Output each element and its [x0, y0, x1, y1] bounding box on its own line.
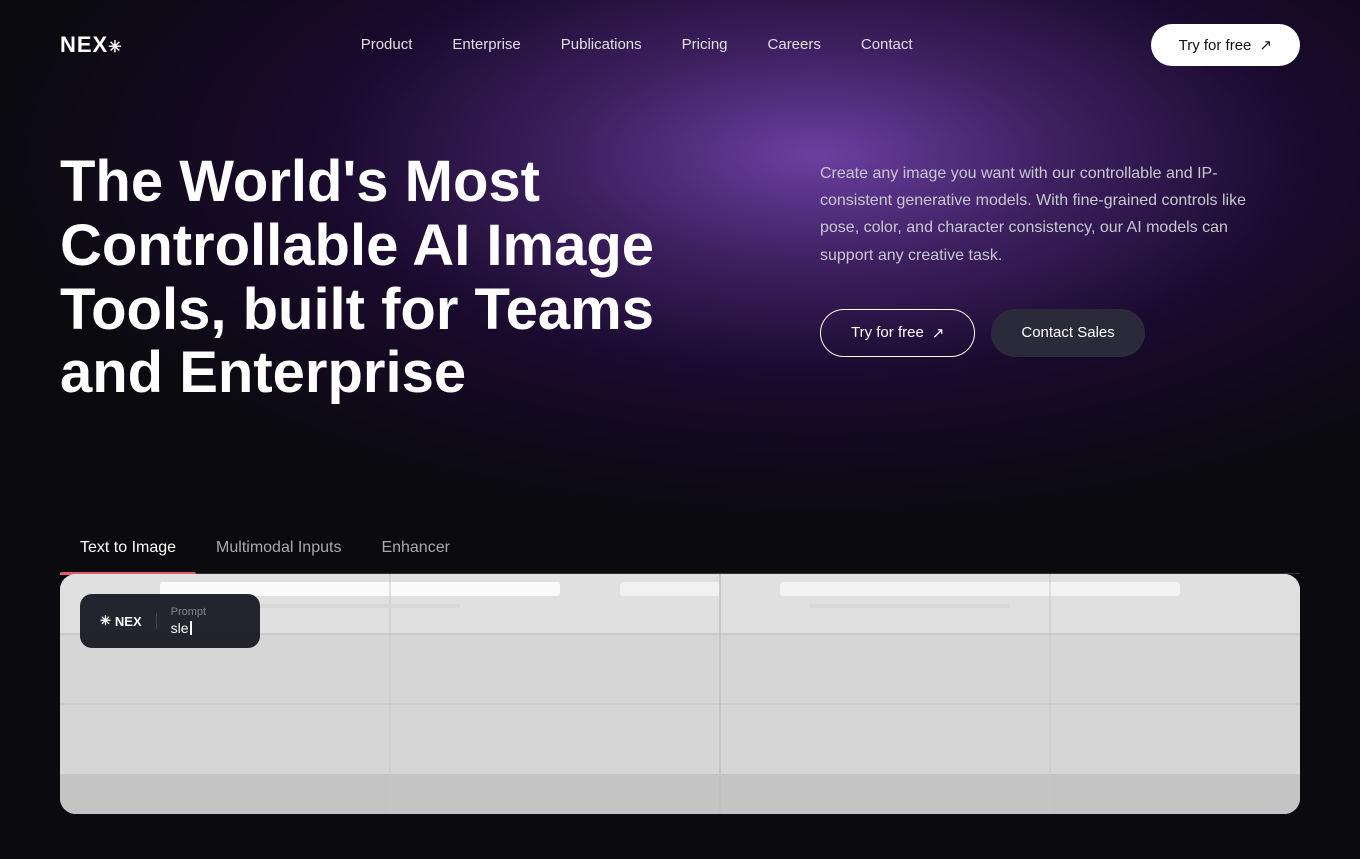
nav-careers[interactable]: Careers — [768, 36, 821, 53]
hero-left: The World's Most Controllable AI Image T… — [60, 150, 760, 445]
prompt-logo: ✳ NEX — [100, 613, 157, 629]
hero-buttons: Try for free ↗ Contact Sales — [820, 309, 1280, 357]
prompt-value: sle — [171, 620, 206, 636]
demo-image-background: ✳ NEX Prompt sle — [60, 574, 1300, 814]
nav-pricing[interactable]: Pricing — [682, 36, 728, 53]
tabs-section: Text to Image Multimodal Inputs Enhancer — [0, 525, 1360, 574]
demo-image-wrapper: ✳ NEX Prompt sle — [60, 574, 1300, 814]
logo-star-icon: ✳ — [108, 37, 122, 57]
hero-try-arrow-icon: ↗ — [932, 324, 945, 342]
prompt-card: ✳ NEX Prompt sle — [80, 594, 260, 648]
nav-product[interactable]: Product — [361, 36, 413, 53]
nav-publications[interactable]: Publications — [561, 36, 642, 53]
nav-cta-arrow-icon: ↗ — [1259, 36, 1272, 54]
prompt-logo-icon: ✳ — [100, 613, 111, 629]
text-cursor — [190, 621, 192, 635]
nav-enterprise[interactable]: Enterprise — [452, 36, 520, 53]
logo-text: NEX✳ — [60, 32, 123, 58]
hero-title: The World's Most Controllable AI Image T… — [60, 150, 760, 405]
tab-multimodal-inputs[interactable]: Multimodal Inputs — [196, 525, 361, 573]
hero-right: Create any image you want with our contr… — [820, 150, 1280, 445]
hero-try-free-button[interactable]: Try for free ↗ — [820, 309, 975, 357]
prompt-content: Prompt sle — [171, 606, 206, 636]
prompt-label: Prompt — [171, 606, 206, 618]
tab-text-to-image[interactable]: Text to Image — [60, 525, 196, 573]
nav-links: Product Enterprise Publications Pricing … — [361, 36, 913, 54]
navbar: NEX✳ Product Enterprise Publications Pri… — [0, 0, 1360, 90]
logo[interactable]: NEX✳ — [60, 32, 123, 58]
nav-contact[interactable]: Contact — [861, 36, 913, 53]
hero-contact-button[interactable]: Contact Sales — [991, 309, 1144, 357]
hero-section: The World's Most Controllable AI Image T… — [0, 90, 1360, 525]
prompt-logo-text: NEX — [115, 614, 142, 629]
hero-description: Create any image you want with our contr… — [820, 160, 1280, 269]
tabs-row: Text to Image Multimodal Inputs Enhancer — [60, 525, 1300, 574]
tab-enhancer[interactable]: Enhancer — [361, 525, 470, 573]
nav-try-free-button[interactable]: Try for free ↗ — [1151, 24, 1300, 66]
